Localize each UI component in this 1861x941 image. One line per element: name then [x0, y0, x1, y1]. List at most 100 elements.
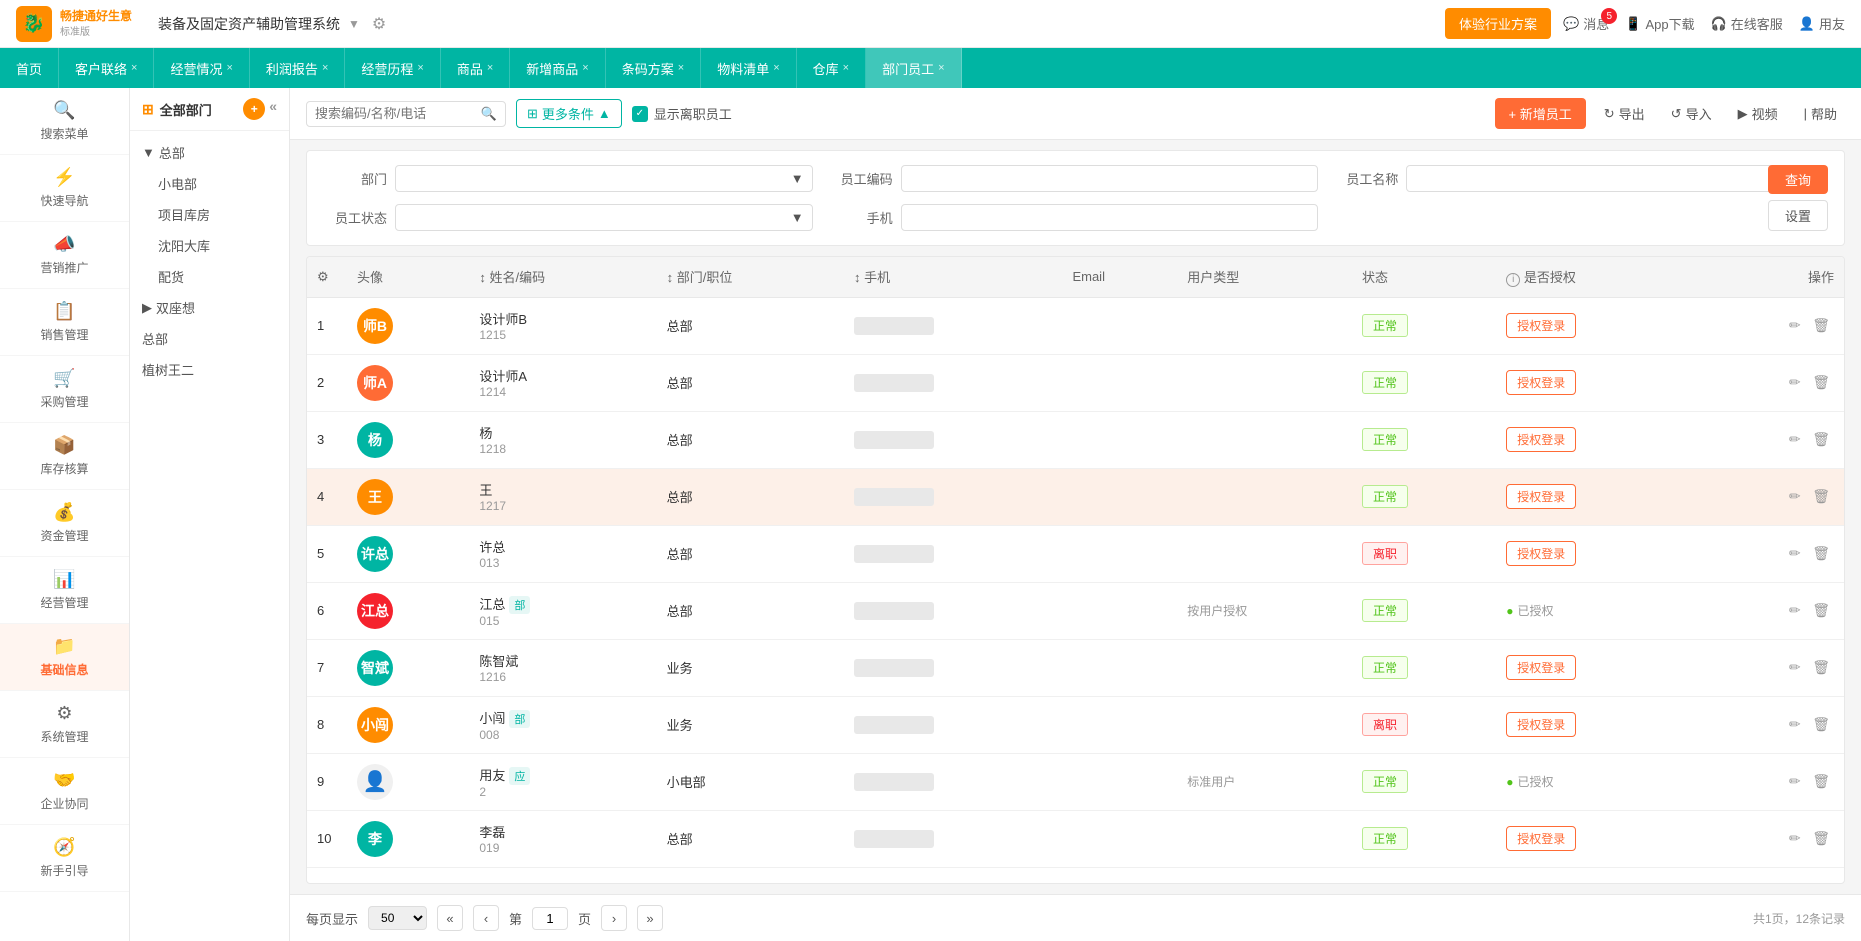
auth-button[interactable]: 授权登录 — [1506, 712, 1576, 737]
message-button[interactable]: 💬 5 消息 — [1563, 14, 1609, 33]
auth-info-icon[interactable]: i — [1506, 273, 1520, 287]
edit-button[interactable]: ✏ — [1785, 372, 1805, 392]
col-settings[interactable]: ⚙ — [307, 257, 347, 297]
tab-operations[interactable]: 经营情况 × — [154, 48, 249, 88]
col-phone[interactable]: ↕ 手机 — [844, 257, 1062, 297]
dept-node-project[interactable]: 项目库房 — [130, 199, 289, 230]
delete-button[interactable]: 🗑 — [1808, 543, 1834, 563]
dept-add-button[interactable]: + — [243, 98, 265, 120]
dept-node-general2[interactable]: 总部 — [130, 323, 289, 354]
filter-empcode-input[interactable] — [901, 165, 1319, 192]
tab-customer-close[interactable]: × — [131, 62, 137, 74]
auth-button[interactable]: 授权登录 — [1506, 655, 1576, 680]
tab-bom[interactable]: 物料清单 × — [701, 48, 796, 88]
tab-barcode[interactable]: 条码方案 × — [606, 48, 701, 88]
col-dept[interactable]: ↕ 部门/职位 — [657, 257, 844, 297]
page-number-input[interactable] — [532, 907, 568, 930]
tab-goods[interactable]: 商品 × — [441, 48, 510, 88]
tab-operations-close[interactable]: × — [226, 62, 232, 74]
filter-status-select[interactable]: ▼ — [395, 204, 813, 231]
prev-page-button[interactable]: ‹ — [473, 905, 499, 931]
delete-button[interactable]: 🗑 — [1808, 657, 1834, 677]
tab-barcode-close[interactable]: × — [678, 62, 684, 74]
help-button[interactable]: | 帮助 — [1796, 100, 1845, 127]
tab-bom-close[interactable]: × — [773, 62, 779, 74]
edit-button[interactable]: ✏ — [1785, 429, 1805, 449]
auth-button[interactable]: 授权登录 — [1506, 484, 1576, 509]
tab-home[interactable]: 首页 — [0, 48, 59, 88]
online-service-button[interactable]: 🎧 在线客服 — [1711, 14, 1783, 33]
delete-button[interactable]: 🗑 — [1808, 600, 1834, 620]
nav-item-guide[interactable]: 🧭 新手引导 — [0, 825, 129, 892]
edit-button[interactable]: ✏ — [1785, 828, 1805, 848]
filter-dept-select[interactable]: ▼ — [395, 165, 813, 192]
tab-customer[interactable]: 客户联络 × — [59, 48, 154, 88]
edit-button[interactable]: ✏ — [1785, 486, 1805, 506]
settings-gear-icon[interactable]: ⚙ — [368, 10, 390, 38]
nav-item-finance[interactable]: 💰 资金管理 — [0, 490, 129, 557]
nav-item-operations-mgmt[interactable]: 📊 经营管理 — [0, 557, 129, 624]
auth-button[interactable]: 授权登录 — [1506, 541, 1576, 566]
tab-profit-close[interactable]: × — [322, 62, 328, 74]
auth-button[interactable]: 授权登录 — [1506, 427, 1576, 452]
export-button[interactable]: ↻ 导出 — [1596, 100, 1653, 127]
tab-warehouse[interactable]: 仓库 × — [797, 48, 866, 88]
trial-button[interactable]: 体验行业方案 — [1445, 8, 1551, 39]
dept-node-zhishu[interactable]: 植树王二 — [130, 354, 289, 385]
reset-button[interactable]: 设置 — [1768, 200, 1828, 231]
tab-employees[interactable]: 部门员工 × — [866, 48, 961, 88]
dept-node-delivery[interactable]: 配货 — [130, 261, 289, 292]
tab-history-close[interactable]: × — [417, 62, 423, 74]
user-button[interactable]: 👤 用友 — [1799, 14, 1845, 33]
tab-add-goods-close[interactable]: × — [582, 62, 588, 74]
delete-button[interactable]: 🗑 — [1808, 486, 1834, 506]
delete-button[interactable]: 🗑 — [1808, 771, 1834, 791]
auth-button[interactable]: 授权登录 — [1506, 826, 1576, 851]
dept-node-xd[interactable]: 小电部 — [130, 168, 289, 199]
nav-item-search[interactable]: 🔍 搜索菜单 — [0, 88, 129, 155]
dept-node-shenyang[interactable]: 沈阳大库 — [130, 230, 289, 261]
filter-empname-input[interactable] — [1406, 165, 1824, 192]
edit-button[interactable]: ✏ — [1785, 315, 1805, 335]
nav-item-inventory[interactable]: 📦 库存核算 — [0, 423, 129, 490]
nav-item-sales[interactable]: 📋 销售管理 — [0, 289, 129, 356]
dept-node-general[interactable]: ▼ 总部 — [130, 137, 289, 168]
tab-employees-close[interactable]: × — [938, 62, 944, 74]
col-name[interactable]: ↕ 姓名/编码 — [469, 257, 656, 297]
search-input-wrap[interactable]: 🔍 — [306, 101, 506, 127]
show-resigned-checkbox[interactable]: ✓ — [632, 106, 648, 122]
nav-item-shortcut[interactable]: ⚡ 快速导航 — [0, 155, 129, 222]
dept-node-shuangzuo[interactable]: ▶ 双座想 — [130, 292, 289, 323]
delete-button[interactable]: 🗑 — [1808, 714, 1834, 734]
delete-button[interactable]: 🗑 — [1808, 372, 1834, 392]
query-button[interactable]: 查询 — [1768, 165, 1828, 194]
add-employee-button[interactable]: + 新增员工 — [1495, 98, 1586, 129]
auth-button[interactable]: 授权登录 — [1506, 370, 1576, 395]
edit-button[interactable]: ✏ — [1785, 600, 1805, 620]
nav-item-basic-info[interactable]: 📁 基础信息 — [0, 624, 129, 691]
system-title-dropdown[interactable]: ▼ — [348, 17, 360, 31]
edit-button[interactable]: ✏ — [1785, 714, 1805, 734]
tab-add-goods[interactable]: 新增商品 × — [510, 48, 605, 88]
first-page-button[interactable]: « — [437, 905, 463, 931]
nav-item-purchase[interactable]: 🛒 采购管理 — [0, 356, 129, 423]
nav-item-collaboration[interactable]: 🤝 企业协同 — [0, 758, 129, 825]
last-page-button[interactable]: » — [637, 905, 663, 931]
delete-button[interactable]: 🗑 — [1808, 315, 1834, 335]
delete-button[interactable]: 🗑 — [1808, 429, 1834, 449]
tab-profit[interactable]: 利润报告 × — [250, 48, 345, 88]
search-input[interactable] — [315, 106, 475, 121]
tab-warehouse-close[interactable]: × — [843, 62, 849, 74]
tab-goods-close[interactable]: × — [487, 62, 493, 74]
view-button[interactable]: ▶ 视频 — [1730, 100, 1786, 127]
edit-button[interactable]: ✏ — [1785, 657, 1805, 677]
dept-collapse-button[interactable]: « — [269, 98, 277, 120]
import-button[interactable]: ↺ 导入 — [1663, 100, 1720, 127]
nav-item-marketing[interactable]: 📣 营销推广 — [0, 222, 129, 289]
filter-phone-input[interactable] — [901, 204, 1319, 231]
next-page-button[interactable]: › — [601, 905, 627, 931]
app-download-button[interactable]: 📱 App下载 — [1625, 14, 1694, 33]
more-filter-button[interactable]: ⊞ 更多条件 ▲ — [516, 99, 622, 128]
delete-button[interactable]: 🗑 — [1808, 828, 1834, 848]
tab-history[interactable]: 经营历程 × — [345, 48, 440, 88]
